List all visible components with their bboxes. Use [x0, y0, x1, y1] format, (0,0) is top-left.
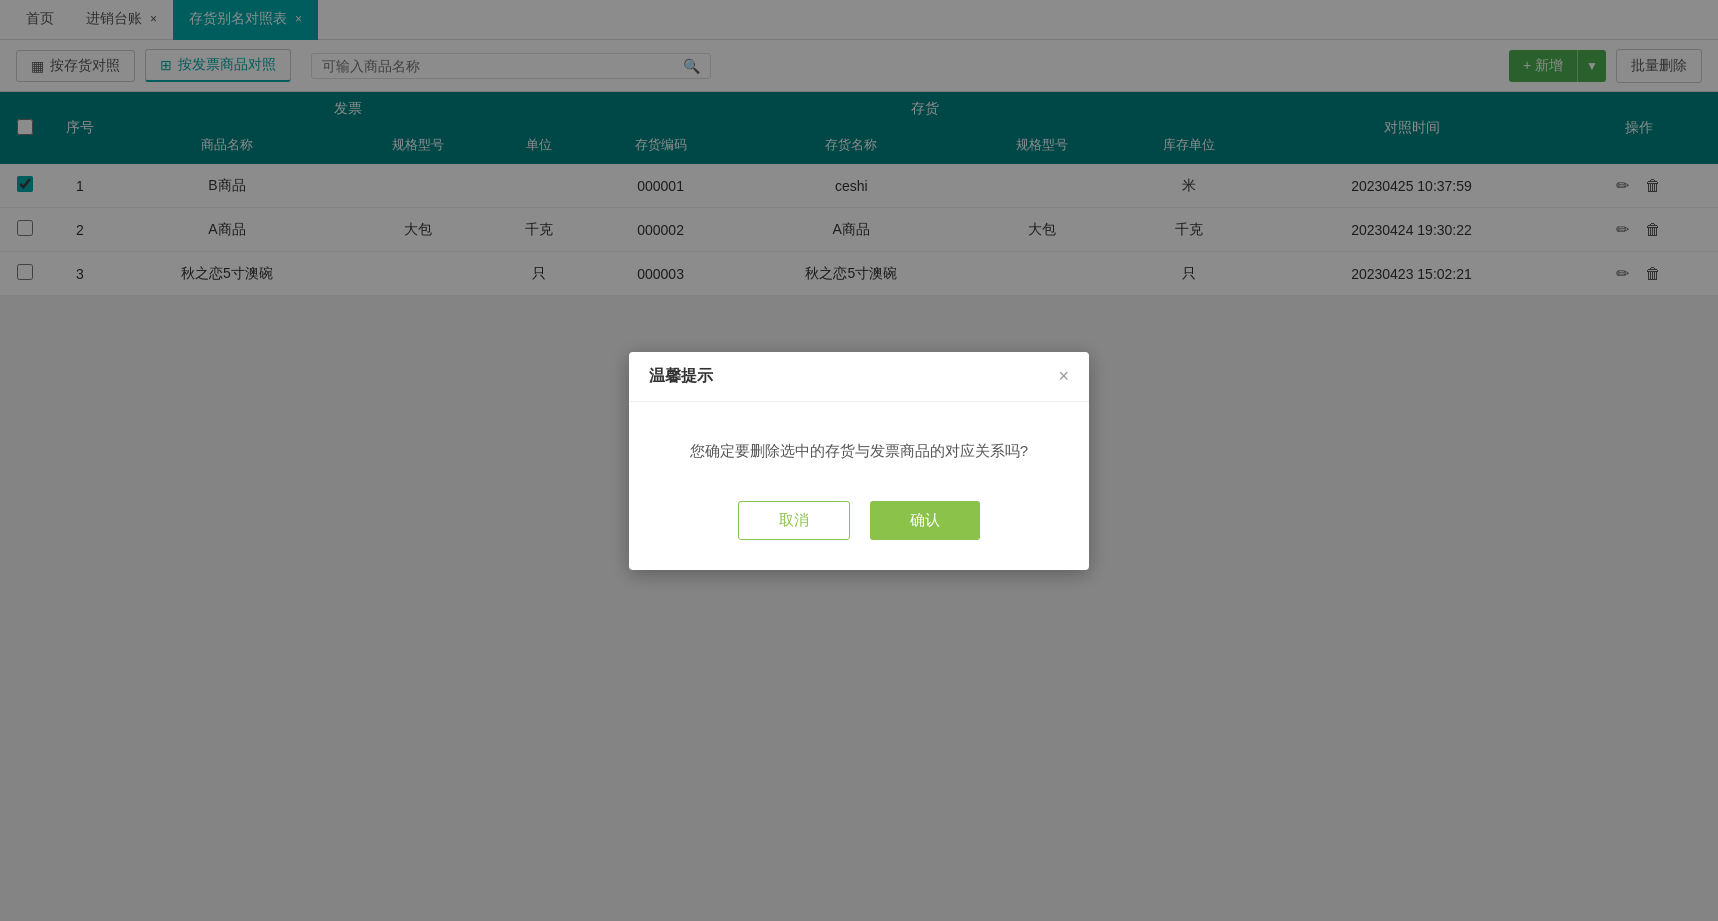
modal-overlay: 温馨提示 × 您确定要删除选中的存货与发票商品的对应关系吗? 取消 确认: [0, 0, 1718, 296]
